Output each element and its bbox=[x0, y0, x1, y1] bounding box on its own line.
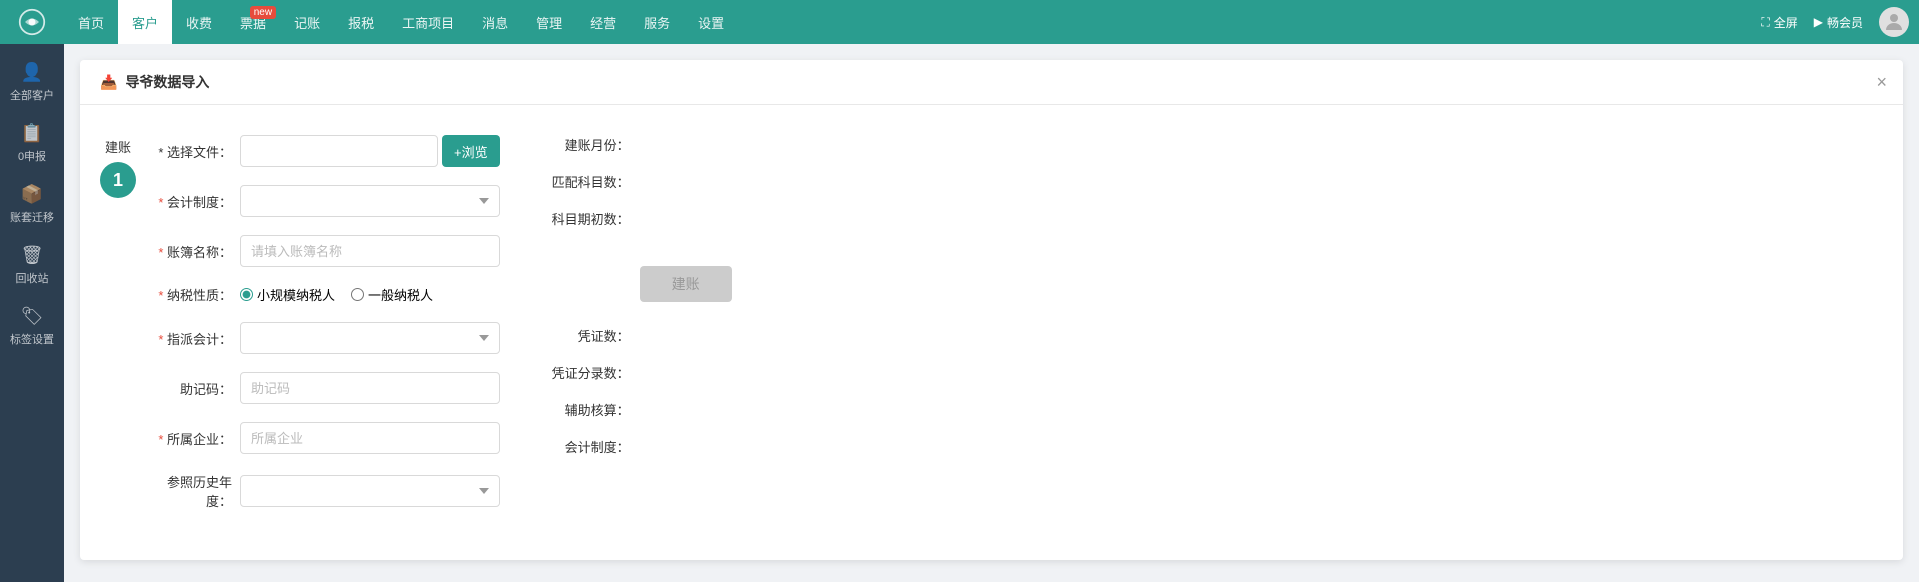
nav-item-customer[interactable]: 客户 bbox=[118, 0, 172, 44]
nav-right: ⛶ 全屏 ▶ 畅会员 bbox=[1761, 7, 1909, 37]
account-system-select[interactable] bbox=[240, 185, 500, 217]
file-row: * 选择文件： +浏览 bbox=[152, 135, 500, 167]
build-button: 建账 bbox=[640, 266, 732, 302]
history-year-select[interactable] bbox=[240, 475, 500, 507]
tags-icon: 🏷 bbox=[21, 306, 44, 327]
panel-header: 📥 导爷数据导入 bbox=[80, 60, 1903, 105]
nav-item-manage[interactable]: 管理 bbox=[522, 0, 576, 44]
account-system-label: 会计制度： bbox=[152, 192, 232, 211]
build-month-row: 建账月份： bbox=[540, 135, 940, 154]
subject-init-label: 科目期初数： bbox=[540, 209, 630, 228]
voucher-count-label: 凭证数： bbox=[540, 326, 630, 345]
form-right: 建账月份： 匹配科目数： 科目期初数： 建账 bbox=[540, 135, 940, 528]
customer-icon: 👤 bbox=[21, 62, 43, 83]
history-year-label: 参照历史年度： bbox=[152, 472, 232, 510]
import-panel: 📥 导爷数据导入 × 建账 1 * 选择文件： bbox=[80, 60, 1903, 560]
nav-item-tax[interactable]: 报税 bbox=[334, 0, 388, 44]
nav-item-home[interactable]: 首页 bbox=[64, 0, 118, 44]
avatar[interactable] bbox=[1879, 7, 1909, 37]
fullscreen-button[interactable]: ⛶ 全屏 bbox=[1761, 14, 1797, 31]
voucher-entries-row: 凭证分录数： bbox=[540, 363, 940, 382]
tax-type-radio-group: 小规模纳税人 一般纳税人 bbox=[240, 285, 500, 304]
nav-item-message[interactable]: 消息 bbox=[468, 0, 522, 44]
sidebar-item-declaration[interactable]: 📋 0申报 bbox=[0, 113, 64, 174]
memo-code-row: 助记码： bbox=[152, 372, 500, 404]
company-label: 所属企业： bbox=[152, 429, 232, 448]
assign-accountant-label: 指派会计： bbox=[152, 329, 232, 348]
form-area: 建账 1 * 选择文件： +浏览 bbox=[80, 105, 1903, 558]
nav-item-invoice[interactable]: 票据 new bbox=[226, 0, 280, 44]
memo-code-label: 助记码： bbox=[152, 379, 232, 398]
browse-button[interactable]: +浏览 bbox=[442, 135, 500, 167]
panel-close-button[interactable]: × bbox=[1876, 72, 1887, 93]
file-input[interactable] bbox=[240, 135, 438, 167]
panel-title: 导爷数据导入 bbox=[125, 72, 209, 92]
recycle-icon: 🗑 bbox=[21, 245, 44, 266]
nav-items: 首页 客户 收费 票据 new 记账 报税 工商项目 消息 管理 经营 服务 设… bbox=[64, 0, 1761, 44]
auxiliary-row: 辅助核算： bbox=[540, 400, 940, 419]
voucher-count-row: 凭证数： bbox=[540, 326, 940, 345]
nav-item-business[interactable]: 工商项目 bbox=[388, 0, 468, 44]
step-section: 建账 1 * 选择文件： +浏览 bbox=[100, 135, 500, 528]
sidebar: 👤 全部客户 📋 0申报 📦 账套迁移 🗑 回收站 🏷 标签设置 bbox=[0, 44, 64, 582]
migration-icon: 📦 bbox=[21, 184, 43, 205]
new-badge: new bbox=[250, 6, 276, 19]
logo bbox=[10, 0, 54, 44]
tax-type-label: 纳税性质： bbox=[152, 285, 232, 304]
account-system-row: 会计制度： bbox=[152, 185, 500, 217]
sidebar-item-tags[interactable]: 🏷 标签设置 bbox=[0, 296, 64, 357]
step-circle: 1 bbox=[100, 162, 136, 198]
company-input[interactable] bbox=[240, 422, 500, 454]
right-account-system-row: 会计制度： bbox=[540, 437, 940, 456]
voucher-entries-label: 凭证分录数： bbox=[540, 363, 630, 382]
ledger-name-input[interactable] bbox=[240, 235, 500, 267]
build-btn-container: 建账 bbox=[540, 246, 940, 302]
form-left: * 选择文件： +浏览 会计制度： bbox=[152, 135, 500, 528]
nav-item-settings[interactable]: 设置 bbox=[684, 0, 738, 44]
sidebar-item-recycle[interactable]: 🗑 回收站 bbox=[0, 235, 64, 296]
memo-code-input[interactable] bbox=[240, 372, 500, 404]
sidebar-item-all-customers[interactable]: 👤 全部客户 bbox=[0, 52, 64, 113]
assign-accountant-select[interactable] bbox=[240, 322, 500, 354]
step-label: 建账 bbox=[105, 137, 131, 156]
file-input-wrap: +浏览 bbox=[240, 135, 500, 167]
import-icon: 📥 bbox=[100, 74, 117, 91]
right-account-system-label: 会计制度： bbox=[540, 437, 630, 456]
nav-item-bookkeeping[interactable]: 记账 bbox=[280, 0, 334, 44]
top-navigation: 首页 客户 收费 票据 new 记账 报税 工商项目 消息 管理 经营 服务 设… bbox=[0, 0, 1919, 44]
ledger-name-row: 账簿名称： bbox=[152, 235, 500, 267]
company-row: 所属企业： bbox=[152, 422, 500, 454]
nav-item-service[interactable]: 服务 bbox=[630, 0, 684, 44]
main-layout: 👤 全部客户 📋 0申报 📦 账套迁移 🗑 回收站 🏷 标签设置 📥 导爷数据导… bbox=[0, 44, 1919, 582]
declaration-icon: 📋 bbox=[21, 123, 43, 144]
file-label: * 选择文件： bbox=[152, 142, 232, 161]
assign-accountant-row: 指派会计： bbox=[152, 322, 500, 354]
history-year-row: 参照历史年度： bbox=[152, 472, 500, 510]
build-month-label: 建账月份： bbox=[540, 135, 630, 154]
subject-init-row: 科目期初数： bbox=[540, 209, 940, 228]
nav-item-operation[interactable]: 经营 bbox=[576, 0, 630, 44]
main-content: 📥 导爷数据导入 × 建账 1 * 选择文件： bbox=[64, 44, 1919, 582]
match-subjects-label: 匹配科目数： bbox=[540, 172, 630, 191]
nav-item-fee[interactable]: 收费 bbox=[172, 0, 226, 44]
match-subjects-row: 匹配科目数： bbox=[540, 172, 940, 191]
ledger-name-label: 账簿名称： bbox=[152, 242, 232, 261]
radio-general-taxpayer[interactable]: 一般纳税人 bbox=[351, 285, 433, 304]
radio-small-taxpayer[interactable]: 小规模纳税人 bbox=[240, 285, 335, 304]
sidebar-item-migration[interactable]: 📦 账套迁移 bbox=[0, 174, 64, 235]
fullscreen-icon: ⛶ bbox=[1761, 15, 1769, 30]
vip-icon: ▶ bbox=[1814, 15, 1823, 29]
vip-button[interactable]: ▶ 畅会员 bbox=[1814, 14, 1863, 31]
auxiliary-label: 辅助核算： bbox=[540, 400, 630, 419]
tax-type-row: 纳税性质： 小规模纳税人 一般纳税人 bbox=[152, 285, 500, 304]
